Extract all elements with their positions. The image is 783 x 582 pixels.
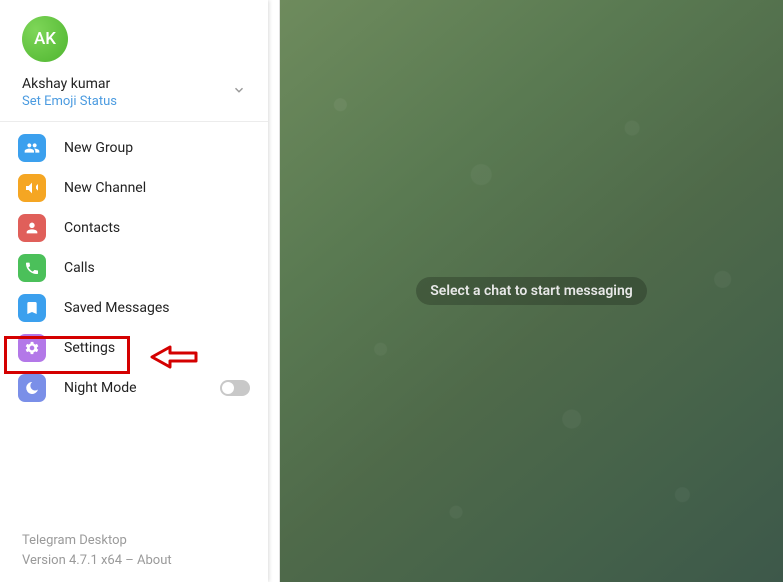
phone-icon [18,254,46,282]
menu-item-settings[interactable]: Settings [0,328,268,368]
menu-label: Calls [64,260,95,276]
menu-item-new-group[interactable]: New Group [0,128,268,168]
footer: Telegram Desktop Version 4.7.1 x64 – Abo… [0,531,268,582]
username-label: Akshay kumar [22,76,250,92]
version-label[interactable]: Version 4.7.1 x64 – About [22,551,246,571]
menu-label: New Channel [64,180,146,196]
menu-label: Night Mode [64,380,137,396]
menu-item-night-mode[interactable]: Night Mode [0,368,268,408]
empty-chat-placeholder: Select a chat to start messaging [416,277,646,305]
set-emoji-status-link[interactable]: Set Emoji Status [22,94,250,109]
avatar[interactable]: AK [22,16,68,62]
gear-icon [18,334,46,362]
moon-icon [18,374,46,402]
menu-label: Contacts [64,220,120,236]
megaphone-icon [18,174,46,202]
menu-item-new-channel[interactable]: New Channel [0,168,268,208]
menu-item-calls[interactable]: Calls [0,248,268,288]
night-mode-toggle[interactable] [220,380,250,396]
menu-label: Settings [64,340,115,356]
chat-area: Select a chat to start messaging [280,0,783,582]
bookmark-icon [18,294,46,322]
menu-item-saved-messages[interactable]: Saved Messages [0,288,268,328]
main-menu-panel: AK Akshay kumar Set Emoji Status New Gro… [0,0,268,582]
group-icon [18,134,46,162]
chat-list-edge [268,0,280,582]
menu-label: New Group [64,140,133,156]
menu-item-contacts[interactable]: Contacts [0,208,268,248]
profile-section: AK Akshay kumar Set Emoji Status [0,0,268,121]
menu-list: New Group New Channel Contacts Calls Sav [0,121,268,408]
app-name-label: Telegram Desktop [22,531,246,551]
chevron-down-icon[interactable] [232,82,246,101]
person-icon [18,214,46,242]
menu-label: Saved Messages [64,300,170,316]
